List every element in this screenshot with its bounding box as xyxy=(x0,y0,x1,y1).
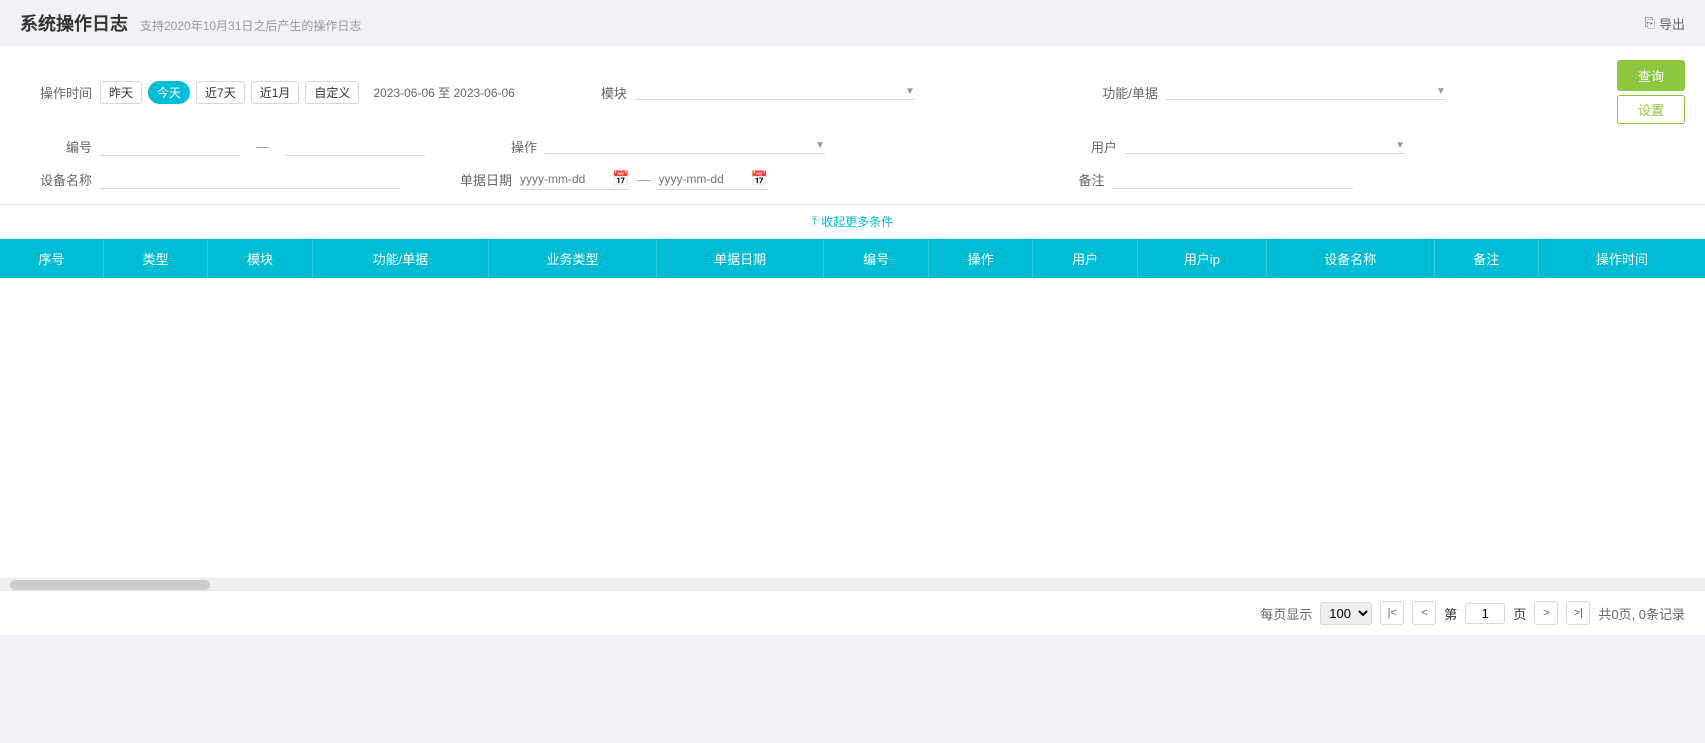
module-select[interactable]: ▼ xyxy=(635,84,915,100)
scroll-bar-area[interactable] xyxy=(0,578,1705,590)
time-btn-1month[interactable]: 近1月 xyxy=(251,81,300,104)
header-left: 系统操作日志 支持2020年10月31日之后产生的操作日志 xyxy=(20,10,361,36)
col-voucher-date: 单据日期 xyxy=(656,239,824,278)
col-user-ip: 用户ip xyxy=(1137,239,1266,278)
table-header-row: 序号 类型 模块 功能/单据 业务类型 单据日期 编号 操作 用户 用户ip 设… xyxy=(0,239,1705,278)
page-input[interactable] xyxy=(1465,603,1505,624)
collapse-up-icon: ⤒ xyxy=(812,214,817,229)
function-select-arrow: ▼ xyxy=(1436,86,1446,97)
page-label: 第 xyxy=(1444,604,1457,623)
filter-row-2: 编号 — 操作 ▼ 用户 ▼ xyxy=(20,136,1685,156)
page-title: 系统操作日志 xyxy=(20,10,128,36)
per-page-select[interactable]: 100 50 200 xyxy=(1320,602,1372,625)
data-table-wrapper: 序号 类型 模块 功能/单据 业务类型 单据日期 编号 操作 用户 用户ip 设… xyxy=(0,239,1705,578)
user-select-arrow: ▼ xyxy=(1395,140,1405,151)
device-input[interactable] xyxy=(100,169,400,189)
cal-to-icon[interactable]: 📅 xyxy=(750,170,767,187)
first-page-button[interactable]: |< xyxy=(1380,601,1404,625)
per-page-label: 每页显示 xyxy=(1260,604,1312,623)
data-table: 序号 类型 模块 功能/单据 业务类型 单据日期 编号 操作 用户 用户ip 设… xyxy=(0,239,1705,278)
number-to-input[interactable] xyxy=(285,136,425,156)
filter-panel: 操作时间 昨天 今天 近7天 近1月 自定义 2023-06-06 至 2023… xyxy=(0,46,1705,205)
col-user: 用户 xyxy=(1033,239,1137,278)
time-options: 昨天 今天 近7天 近1月 自定义 2023-06-06 至 2023-06-0… xyxy=(100,81,515,104)
time-label: 操作时间 xyxy=(20,83,100,102)
col-code: 编号 xyxy=(824,239,928,278)
number-from-input[interactable] xyxy=(100,136,240,156)
page-unit: 页 xyxy=(1513,604,1526,623)
number-label: 编号 xyxy=(20,137,100,156)
function-label: 功能/单据 xyxy=(1086,83,1166,102)
col-biz-type: 业务类型 xyxy=(489,239,657,278)
voucher-date-to-wrap: 📅 xyxy=(658,168,767,190)
empty-area xyxy=(0,278,1705,578)
operation-label: 操作 xyxy=(465,137,545,156)
export-icon: ⎘ xyxy=(1645,15,1655,31)
page-header: 系统操作日志 支持2020年10月31日之后产生的操作日志 ⎘ 导出 xyxy=(0,0,1705,46)
col-device: 设备名称 xyxy=(1266,239,1434,278)
last-page-button[interactable]: >| xyxy=(1566,601,1590,625)
export-button[interactable]: ⎘ 导出 xyxy=(1645,14,1685,33)
function-select[interactable]: ▼ xyxy=(1166,84,1446,100)
user-label: 用户 xyxy=(1045,137,1125,156)
collapse-bar[interactable]: ⤒ 收起更多条件 xyxy=(0,205,1705,239)
device-label: 设备名称 xyxy=(20,170,100,189)
module-select-arrow: ▼ xyxy=(905,86,915,97)
voucher-date-to-input[interactable] xyxy=(658,172,748,186)
remark-input[interactable] xyxy=(1113,169,1353,189)
voucher-date-from-wrap: 📅 xyxy=(520,168,629,190)
export-label: 导出 xyxy=(1659,14,1685,33)
col-number: 序号 xyxy=(0,239,103,278)
number-sep: — xyxy=(248,139,277,154)
voucher-date-from-input[interactable] xyxy=(520,172,610,186)
user-select[interactable]: ▼ xyxy=(1125,138,1405,154)
settings-button[interactable]: 设置 xyxy=(1617,95,1685,124)
time-btn-7days[interactable]: 近7天 xyxy=(196,81,245,104)
col-op-time: 操作时间 xyxy=(1539,239,1705,278)
query-button[interactable]: 查询 xyxy=(1617,60,1685,91)
time-btn-yesterday[interactable]: 昨天 xyxy=(100,81,142,104)
operation-select[interactable]: ▼ xyxy=(545,138,825,154)
remark-label: 备注 xyxy=(1033,170,1113,189)
prev-page-button[interactable]: < xyxy=(1412,601,1436,625)
time-range-text: 2023-06-06 至 2023-06-06 xyxy=(373,84,514,101)
total-text: 共0页, 0条记录 xyxy=(1598,604,1685,623)
module-label: 模块 xyxy=(555,83,635,102)
col-operation: 操作 xyxy=(928,239,1032,278)
time-btn-custom[interactable]: 自定义 xyxy=(305,81,359,104)
action-buttons: 查询 设置 xyxy=(1617,60,1685,124)
col-module: 模块 xyxy=(208,239,312,278)
voucher-date-label: 单据日期 xyxy=(440,170,520,189)
operation-select-arrow: ▼ xyxy=(815,140,825,151)
page-subtitle: 支持2020年10月31日之后产生的操作日志 xyxy=(140,17,361,34)
next-page-button[interactable]: > xyxy=(1534,601,1558,625)
filter-row-3: 设备名称 单据日期 📅 — 📅 备注 xyxy=(20,168,1685,190)
filter-row-1: 操作时间 昨天 今天 近7天 近1月 自定义 2023-06-06 至 2023… xyxy=(20,60,1685,124)
pagination-bar: 每页显示 100 50 200 |< < 第 页 > >| 共0页, 0条记录 xyxy=(0,590,1705,635)
scroll-bar-thumb[interactable] xyxy=(10,580,210,590)
col-function: 功能/单据 xyxy=(312,239,488,278)
cal-from-icon[interactable]: 📅 xyxy=(612,170,629,187)
col-type: 类型 xyxy=(103,239,207,278)
col-remark: 备注 xyxy=(1434,239,1538,278)
collapse-label: 收起更多条件 xyxy=(821,213,893,230)
voucher-date-sep: — xyxy=(629,172,658,187)
time-btn-today[interactable]: 今天 xyxy=(148,81,190,104)
